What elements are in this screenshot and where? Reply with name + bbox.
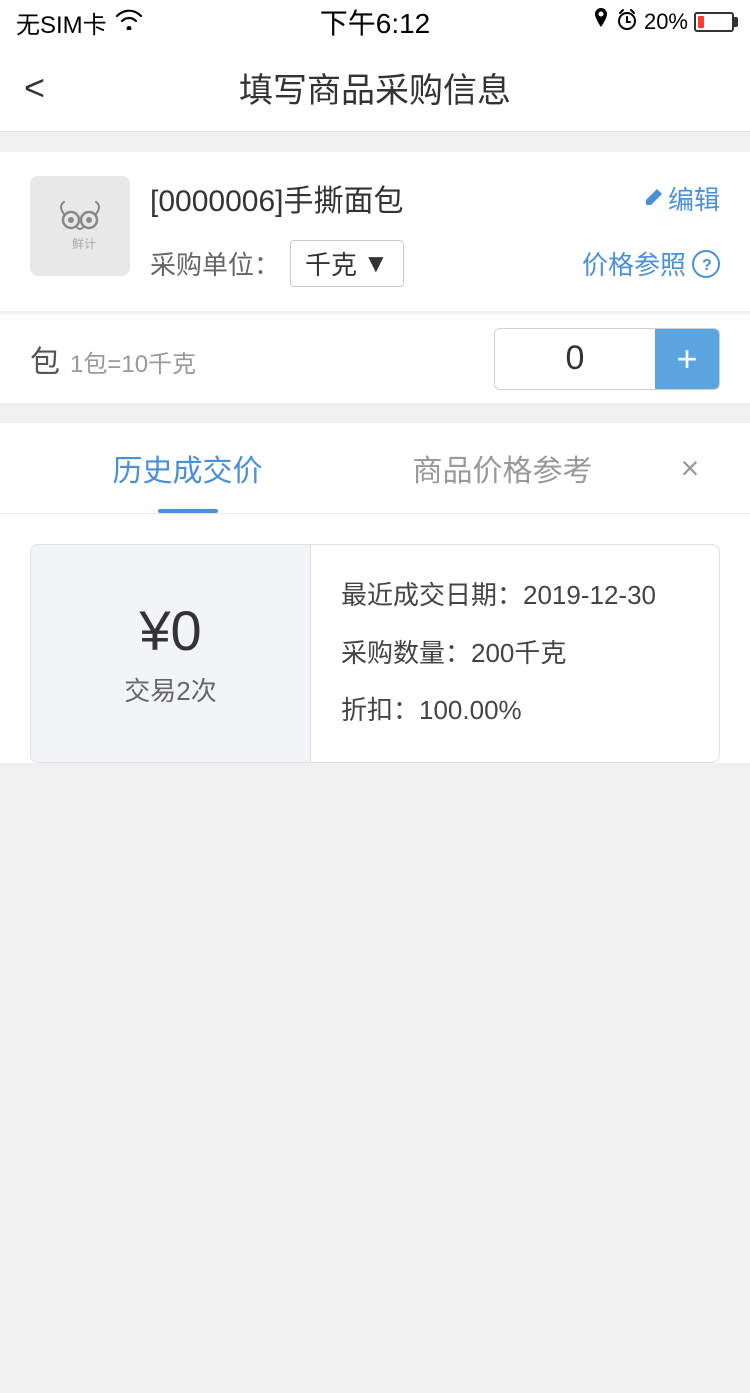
tabs-close-button[interactable]: × — [660, 423, 720, 513]
bottom-area — [0, 793, 750, 1393]
status-right: 20% — [592, 8, 734, 36]
tabs-header: 历史成交价 商品价格参考 × — [0, 423, 750, 514]
discount-label: 折扣： — [341, 695, 419, 725]
product-card: 鲜计 [0000006]手撕面包 编辑 采购单位： 千克 ▼ 价格参照 — [0, 152, 750, 311]
quantity-input[interactable] — [495, 329, 655, 389]
battery-icon — [694, 12, 734, 32]
price-detail-date: 最近成交日期：2019-12-30 — [341, 575, 689, 617]
quantity-label: 包 1包=10千克 — [30, 337, 196, 381]
quantity-unit-big: 包 — [30, 337, 60, 381]
quantity-input-group: + — [494, 328, 720, 390]
discount-value: 100.00% — [419, 695, 522, 725]
status-time: 下午6:12 — [320, 2, 431, 42]
unit-selector[interactable]: 千克 ▼ — [290, 240, 404, 287]
location-icon — [592, 8, 610, 36]
price-reference-button[interactable]: 价格参照 ? — [582, 245, 720, 282]
edit-button[interactable]: 编辑 — [642, 180, 720, 217]
sim-text: 无SIM卡 — [16, 5, 107, 40]
purchase-unit-label: 采购单位： — [150, 245, 280, 282]
date-label: 最近成交日期： — [341, 580, 523, 610]
quantity-row: 包 1包=10千克 + — [0, 313, 750, 403]
price-card: ¥0 交易2次 最近成交日期：2019-12-30 采购数量：200千克 折扣：… — [30, 544, 720, 763]
quantity-unit-ratio: 1包=10千克 — [70, 344, 196, 379]
nav-bar: < 填写商品采购信息 — [0, 44, 750, 132]
product-name: [0000006]手撕面包 — [150, 176, 403, 220]
trade-count: 交易2次 — [124, 671, 216, 708]
status-left: 无SIM卡 — [16, 5, 143, 40]
product-info: [0000006]手撕面包 编辑 采购单位： 千克 ▼ 价格参照 ? — [150, 176, 720, 287]
quantity-detail-label: 采购数量： — [341, 638, 471, 668]
back-button[interactable]: < — [24, 70, 45, 106]
battery-percent: 20% — [644, 9, 688, 35]
tab-history-price[interactable]: 历史成交价 — [30, 423, 345, 513]
price-card-summary: ¥0 交易2次 — [31, 545, 311, 762]
price-detail-quantity: 采购数量：200千克 — [341, 633, 689, 675]
date-value: 2019-12-30 — [523, 580, 656, 610]
alarm-icon — [616, 8, 638, 36]
svg-text:?: ? — [702, 257, 712, 274]
tabs-section: 历史成交价 商品价格参考 × ¥0 交易2次 最近成交日期：2019-12-30… — [0, 423, 750, 763]
price-card-details: 最近成交日期：2019-12-30 采购数量：200千克 折扣：100.00% — [311, 545, 719, 762]
price-amount: ¥0 — [139, 598, 201, 663]
tab-product-price-ref[interactable]: 商品价格参考 — [345, 423, 660, 513]
svg-text:鲜计: 鲜计 — [72, 237, 96, 251]
status-bar: 无SIM卡 下午6:12 20% — [0, 0, 750, 44]
price-detail-discount: 折扣：100.00% — [341, 690, 689, 732]
purchase-unit-left: 采购单位： 千克 ▼ — [150, 240, 404, 287]
currency-symbol: ¥ — [139, 599, 170, 662]
page-title: 填写商品采购信息 — [239, 63, 511, 112]
quantity-detail-value: 200千克 — [471, 638, 566, 668]
dropdown-icon: ▼ — [363, 248, 389, 279]
product-thumbnail: 鲜计 — [30, 176, 130, 276]
quantity-plus-button[interactable]: + — [655, 329, 719, 389]
wifi-icon — [115, 8, 143, 37]
